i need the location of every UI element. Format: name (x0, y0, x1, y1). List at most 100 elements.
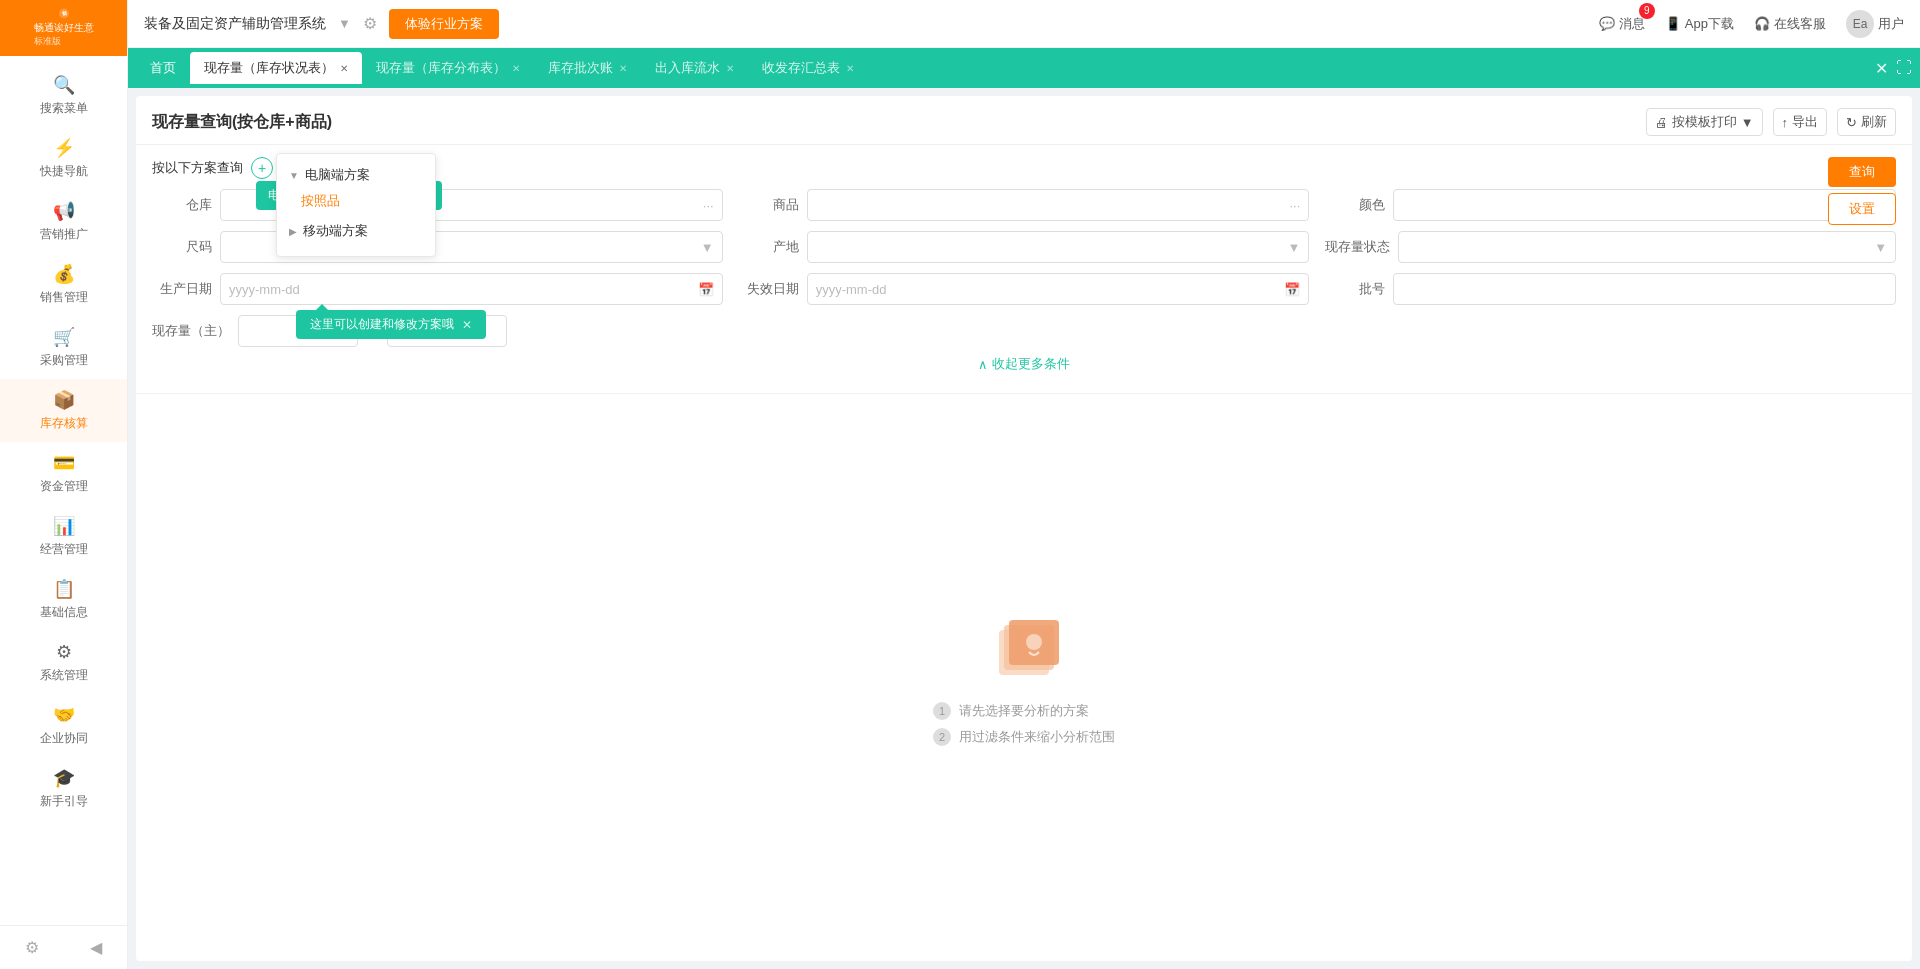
scheme-group-pc-header[interactable]: ▼ 电脑端方案 (277, 162, 435, 188)
sidebar-item-purchase[interactable]: 🛒 采购管理 (0, 316, 127, 379)
tab-close-collect-summary[interactable]: ✕ (846, 63, 854, 74)
tab-close-batch-ledger[interactable]: ✕ (619, 63, 627, 74)
top-header: 装备及固定资产辅助管理系统 ▼ ⚙ 体验行业方案 💬 消息 9 📱 App下载 … (128, 0, 1920, 48)
tab-inventory-dist[interactable]: 现存量（库存分布表） ✕ (362, 52, 534, 84)
guide-icon: 🎓 (53, 767, 75, 789)
color-select[interactable]: ▼ (1393, 189, 1896, 221)
trial-industry-btn[interactable]: 体验行业方案 (389, 9, 499, 39)
scheme-group-pc: ▼ 电脑端方案 按照品 (277, 162, 435, 214)
sidebar-item-inventory[interactable]: 📦 库存核算 (0, 379, 127, 442)
sidebar-item-enterprise[interactable]: 🤝 企业协同 (0, 694, 127, 757)
calendar-icon-expiry: 📅 (1284, 282, 1300, 297)
product-select[interactable]: ··· (807, 189, 1310, 221)
marketing-icon: 📢 (53, 200, 75, 222)
inventory-status-select[interactable]: ▼ (1398, 231, 1896, 263)
scheme-group-mobile-header[interactable]: ▶ 移动端方案 (277, 218, 435, 244)
sidebar-item-sales[interactable]: 💰 销售管理 (0, 253, 127, 316)
svg-text:畅: 畅 (61, 10, 66, 16)
tip-num-1: 1 (933, 702, 951, 720)
sidebar-item-quick-nav[interactable]: ⚡ 快捷导航 (0, 127, 127, 190)
filter-field-expiry-date: 失效日期 yyyy-mm-dd 📅 (739, 273, 1310, 305)
export-icon: ↑ (1782, 115, 1789, 130)
purchase-icon: 🛒 (53, 326, 75, 348)
origin-select[interactable]: ▼ (807, 231, 1310, 263)
filter-field-batch-no: 批号 (1325, 273, 1896, 305)
refresh-btn[interactable]: ↻ 刷新 (1837, 108, 1896, 136)
sidebar-item-marketing[interactable]: 📢 营销推广 (0, 190, 127, 253)
system-icon: ⚙ (56, 641, 72, 663)
mobile-group-name: 移动端方案 (303, 222, 368, 240)
print-icon: 🖨 (1655, 115, 1668, 130)
expiry-date-label: 失效日期 (739, 280, 799, 298)
online-support-btn[interactable]: 🎧 在线客服 (1754, 15, 1826, 33)
quick-nav-icon: ⚡ (53, 137, 75, 159)
sidebar-item-finance[interactable]: 💳 资金管理 (0, 442, 127, 505)
edit-tooltip-close-btn[interactable]: ✕ (462, 318, 472, 332)
calendar-icon-production: 📅 (698, 282, 714, 297)
sidebar-item-system[interactable]: ⚙ 系统管理 (0, 631, 127, 694)
support-icon: 🎧 (1754, 16, 1770, 31)
app-logo-text: 畅通诶好生意 标准版 (34, 21, 94, 48)
main-area: 装备及固定资产辅助管理系统 ▼ ⚙ 体验行业方案 💬 消息 9 📱 App下载 … (128, 0, 1920, 969)
enterprise-icon: 🤝 (53, 704, 75, 726)
tab-close-in-out-flow[interactable]: ✕ (726, 63, 734, 74)
page-container: 现存量查询(按仓库+商品) 🖨 按模板打印 ▼ ↑ 导出 ↻ 刷新 (136, 96, 1912, 961)
app-download-btn[interactable]: 📱 App下载 (1665, 15, 1734, 33)
product-dropdown-icon: ··· (1289, 198, 1300, 213)
tab-close-inventory-dist[interactable]: ✕ (512, 63, 520, 74)
basic-icon: 📋 (53, 578, 75, 600)
tab-inventory-status[interactable]: 现存量（库存状况表） ✕ (190, 52, 362, 84)
settings-query-btn[interactable]: 设置 (1828, 193, 1896, 225)
filter-field-product: 商品 ··· (739, 189, 1310, 221)
scheme-group-mobile: ▶ 移动端方案 (277, 218, 435, 244)
empty-tip-2: 2 用过滤条件来缩小分析范围 (933, 728, 1115, 746)
batch-no-input[interactable] (1393, 273, 1896, 305)
filter-section: 按以下方案查询 + ⟳ « 电脑方案可设为移动方案哦 ✕ ▼ 电脑端方案 (136, 145, 1912, 394)
production-date-input[interactable]: yyyy-mm-dd 📅 (220, 273, 723, 305)
filter-add-scheme-btn[interactable]: + (251, 157, 273, 179)
filter-row-3: 生产日期 yyyy-mm-dd 📅 失效日期 yyyy-mm-dd 📅 (152, 273, 1896, 305)
pc-group-name: 电脑端方案 (305, 166, 370, 184)
system-dropdown-btn[interactable]: ▼ (338, 16, 351, 31)
pc-group-arrow: ▼ (289, 170, 299, 181)
export-btn[interactable]: ↑ 导出 (1773, 108, 1828, 136)
tab-home[interactable]: 首页 (136, 52, 190, 84)
sidebar-item-basic[interactable]: 📋 基础信息 (0, 568, 127, 631)
content-area: 现存量查询(按仓库+商品) 🖨 按模板打印 ▼ ↑ 导出 ↻ 刷新 (128, 88, 1920, 969)
query-btn[interactable]: 查询 (1828, 157, 1896, 187)
message-badge: 9 (1639, 3, 1655, 19)
tab-close-inventory-status[interactable]: ✕ (340, 63, 348, 74)
tab-in-out-flow[interactable]: 出入库流水 ✕ (641, 52, 748, 84)
tab-collect-summary[interactable]: 收发存汇总表 ✕ (748, 52, 868, 84)
empty-state-icon (984, 610, 1064, 690)
origin-label: 产地 (739, 238, 799, 256)
print-btn[interactable]: 🖨 按模板打印 ▼ (1646, 108, 1763, 136)
sidebar: 畅 畅通诶好生意 标准版 🔍 搜索菜单 ⚡ 快捷导航 📢 营销推广 💰 销售管理… (0, 0, 128, 969)
filter-field-production-date: 生产日期 yyyy-mm-dd 📅 (152, 273, 723, 305)
edit-tooltip: 这里可以创建和修改方案哦 ✕ (296, 310, 486, 339)
collapse-filter-btn[interactable]: ∧ 收起更多条件 (152, 347, 1896, 381)
settings-footer-btn[interactable]: ⚙ (25, 938, 39, 957)
tip-num-2: 2 (933, 728, 951, 746)
color-label: 颜色 (1325, 196, 1385, 214)
close-all-tabs-btn[interactable]: ✕ (1875, 59, 1888, 78)
header-settings-btn[interactable]: ⚙ (363, 14, 377, 33)
inventory-status-dropdown-icon: ▼ (1874, 240, 1887, 255)
page-header: 现存量查询(按仓库+商品) 🖨 按模板打印 ▼ ↑ 导出 ↻ 刷新 (136, 96, 1912, 145)
product-label: 商品 (739, 196, 799, 214)
sidebar-item-search[interactable]: 🔍 搜索菜单 (0, 64, 127, 127)
collapse-sidebar-btn[interactable]: ◀ (90, 938, 102, 957)
tab-batch-ledger[interactable]: 库存批次账 ✕ (534, 52, 641, 84)
sidebar-item-operation[interactable]: 📊 经营管理 (0, 505, 127, 568)
inventory-status-label: 现存量状态 (1325, 238, 1390, 256)
expiry-date-input[interactable]: yyyy-mm-dd 📅 (807, 273, 1310, 305)
warehouse-dropdown-icon: ··· (703, 198, 714, 213)
print-dropdown-icon: ▼ (1741, 115, 1754, 130)
sidebar-item-guide[interactable]: 🎓 新手引导 (0, 757, 127, 820)
message-btn[interactable]: 💬 消息 9 (1599, 15, 1645, 33)
scheme-item-按照品[interactable]: 按照品 (277, 188, 435, 214)
user-menu-btn[interactable]: Ea 用户 (1846, 10, 1904, 38)
phone-icon: 📱 (1665, 16, 1681, 31)
expand-btn[interactable]: ⛶ (1896, 59, 1912, 77)
scheme-panel: ▼ 电脑端方案 按照品 ▶ 移动端方案 (276, 153, 436, 257)
